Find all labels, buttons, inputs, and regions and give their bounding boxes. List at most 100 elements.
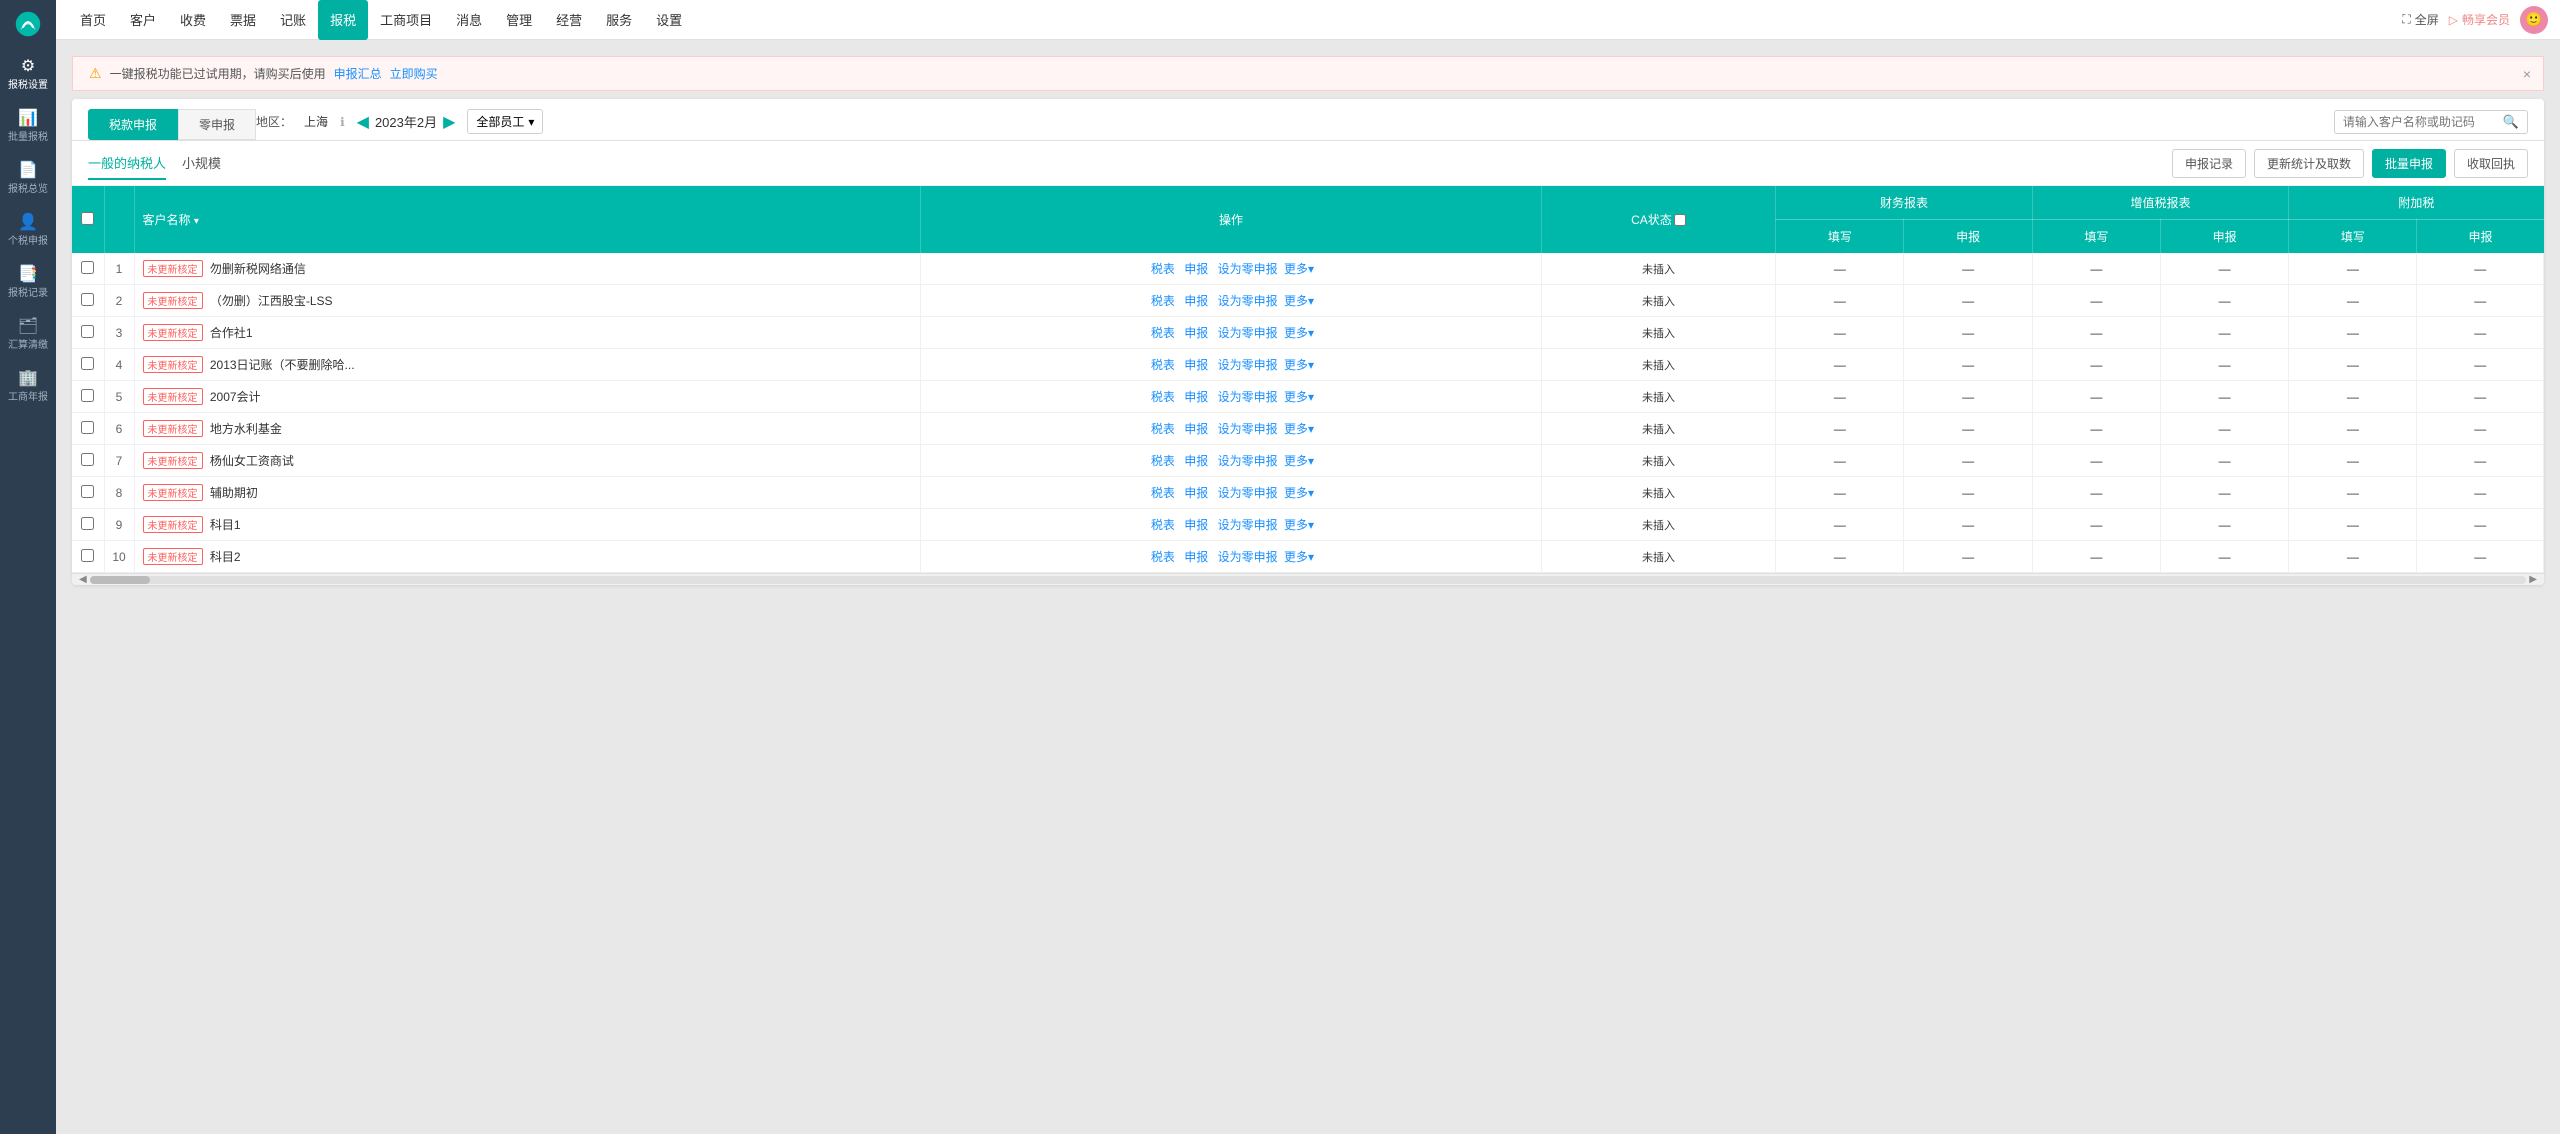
op-zero-declare[interactable]: 设为零申报 — [1218, 486, 1278, 500]
avatar[interactable]: 🙂 — [2520, 6, 2548, 34]
op-taxform[interactable]: 税表 — [1151, 422, 1175, 436]
declare-summary-link[interactable]: 申报汇总 — [334, 65, 382, 82]
op-zero-declare[interactable]: 设为零申报 — [1218, 262, 1278, 276]
scroll-right-button[interactable]: ▶ — [2526, 574, 2540, 585]
row-add-fill: — — [2289, 477, 2417, 509]
row-checkbox[interactable] — [81, 357, 94, 370]
op-more[interactable]: 更多▾ — [1284, 422, 1314, 436]
nav-service[interactable]: 服务 — [594, 0, 644, 40]
row-checkbox[interactable] — [81, 421, 94, 434]
banner-close-button[interactable]: × — [2523, 66, 2531, 82]
op-more[interactable]: 更多▾ — [1284, 454, 1314, 468]
tab-general-taxpayer[interactable]: 一般的纳税人 — [88, 147, 166, 180]
scroll-thumb[interactable] — [90, 576, 150, 584]
op-taxform[interactable]: 税表 — [1151, 486, 1175, 500]
retrieve-button[interactable]: 收取回执 — [2454, 149, 2528, 178]
update-count-button[interactable]: 更新统计及取数 — [2254, 149, 2364, 178]
sidebar-item-geshuishen[interactable]: 👤 个税申报 — [0, 204, 56, 256]
nav-message[interactable]: 消息 — [444, 0, 494, 40]
op-taxform[interactable]: 税表 — [1151, 262, 1175, 276]
tab-declare[interactable]: 税款申报 — [88, 109, 178, 140]
nav-customer[interactable]: 客户 — [118, 0, 168, 40]
app-logo[interactable] — [0, 0, 56, 48]
op-taxform[interactable]: 税表 — [1151, 294, 1175, 308]
sidebar-item-piliangshuibao[interactable]: 📊 批量报税 — [0, 100, 56, 152]
op-more[interactable]: 更多▾ — [1284, 358, 1314, 372]
nav-invoice[interactable]: 票据 — [218, 0, 268, 40]
scroll-track[interactable] — [90, 576, 2527, 584]
row-checkbox[interactable] — [81, 389, 94, 402]
declare-record-button[interactable]: 申报记录 — [2172, 149, 2246, 178]
tab-small-scale[interactable]: 小规模 — [182, 147, 221, 180]
op-taxform[interactable]: 税表 — [1151, 390, 1175, 404]
op-taxform[interactable]: 税表 — [1151, 518, 1175, 532]
row-checkbox[interactable] — [81, 453, 94, 466]
row-checkbox[interactable] — [81, 549, 94, 562]
op-declare[interactable]: 申报 — [1184, 262, 1208, 276]
sidebar-item-gongshannian[interactable]: 🏢 工商年报 — [0, 360, 56, 412]
next-month-button[interactable]: ▶ — [443, 112, 455, 132]
sidebar-item-baoshujilu[interactable]: 📑 报税记录 — [0, 256, 56, 308]
op-more[interactable]: 更多▾ — [1284, 294, 1314, 308]
nav-settings[interactable]: 设置 — [644, 0, 694, 40]
row-checkbox[interactable] — [81, 485, 94, 498]
op-more[interactable]: 更多▾ — [1284, 390, 1314, 404]
row-num: 9 — [104, 509, 134, 541]
op-more[interactable]: 更多▾ — [1284, 262, 1314, 276]
op-declare[interactable]: 申报 — [1184, 454, 1208, 468]
nav-bizproject[interactable]: 工商项目 — [368, 0, 444, 40]
scroll-left-button[interactable]: ◀ — [76, 574, 90, 585]
search-input[interactable] — [2343, 115, 2503, 129]
op-taxform[interactable]: 税表 — [1151, 454, 1175, 468]
op-more[interactable]: 更多▾ — [1284, 550, 1314, 564]
op-zero-declare[interactable]: 设为零申报 — [1218, 518, 1278, 532]
sidebar-item-baoshuishezhi[interactable]: ⚙ 报税设置 — [0, 48, 56, 100]
row-checkbox[interactable] — [81, 293, 94, 306]
select-all-checkbox[interactable] — [81, 212, 94, 225]
op-more[interactable]: 更多▾ — [1284, 326, 1314, 340]
op-declare[interactable]: 申报 — [1184, 294, 1208, 308]
nav-fee[interactable]: 收费 — [168, 0, 218, 40]
op-declare[interactable]: 申报 — [1184, 486, 1208, 500]
horizontal-scrollbar[interactable]: ◀ ▶ — [72, 573, 2544, 585]
op-declare[interactable]: 申报 — [1184, 390, 1208, 404]
op-declare[interactable]: 申报 — [1184, 550, 1208, 564]
sidebar-item-jisuanqingchu[interactable]: 🗂 汇算清缴 — [0, 308, 56, 360]
row-checkbox[interactable] — [81, 325, 94, 338]
op-zero-declare[interactable]: 设为零申报 — [1218, 294, 1278, 308]
row-checkbox[interactable] — [81, 261, 94, 274]
op-taxform[interactable]: 税表 — [1151, 326, 1175, 340]
buy-now-link[interactable]: 立即购买 — [390, 65, 438, 82]
nav-manage[interactable]: 管理 — [494, 0, 544, 40]
op-more[interactable]: 更多▾ — [1284, 486, 1314, 500]
nav-operations[interactable]: 经营 — [544, 0, 594, 40]
op-more[interactable]: 更多▾ — [1284, 518, 1314, 532]
search-icon[interactable]: 🔍 — [2503, 114, 2519, 130]
op-zero-declare[interactable]: 设为零申报 — [1218, 454, 1278, 468]
sort-icon[interactable]: ▾ — [194, 216, 199, 227]
op-zero-declare[interactable]: 设为零申报 — [1218, 550, 1278, 564]
ca-filter-checkbox[interactable] — [1674, 214, 1686, 226]
op-declare[interactable]: 申报 — [1184, 326, 1208, 340]
row-checkbox[interactable] — [81, 517, 94, 530]
op-zero-declare[interactable]: 设为零申报 — [1218, 422, 1278, 436]
op-declare[interactable]: 申报 — [1184, 358, 1208, 372]
nav-home[interactable]: 首页 — [68, 0, 118, 40]
op-zero-declare[interactable]: 设为零申报 — [1218, 390, 1278, 404]
info-icon[interactable]: ℹ — [340, 115, 345, 129]
vip-btn[interactable]: ▷ 畅享会员 — [2449, 11, 2510, 28]
op-declare[interactable]: 申报 — [1184, 518, 1208, 532]
op-zero-declare[interactable]: 设为零申报 — [1218, 358, 1278, 372]
batch-declare-button[interactable]: 批量申报 — [2372, 149, 2446, 178]
op-taxform[interactable]: 税表 — [1151, 358, 1175, 372]
prev-month-button[interactable]: ◀ — [357, 112, 369, 132]
op-zero-declare[interactable]: 设为零申报 — [1218, 326, 1278, 340]
tab-zero[interactable]: 零申报 — [178, 109, 256, 140]
op-declare[interactable]: 申报 — [1184, 422, 1208, 436]
fullscreen-btn[interactable]: ⛶ 全屏 — [2402, 11, 2438, 28]
sidebar-item-baoshuzonglan[interactable]: 📄 报税总览 — [0, 152, 56, 204]
employee-select[interactable]: 全部员工 ▾ — [467, 109, 543, 134]
nav-tax[interactable]: 报税 — [318, 0, 368, 40]
op-taxform[interactable]: 税表 — [1151, 550, 1175, 564]
nav-bookkeeping[interactable]: 记账 — [268, 0, 318, 40]
